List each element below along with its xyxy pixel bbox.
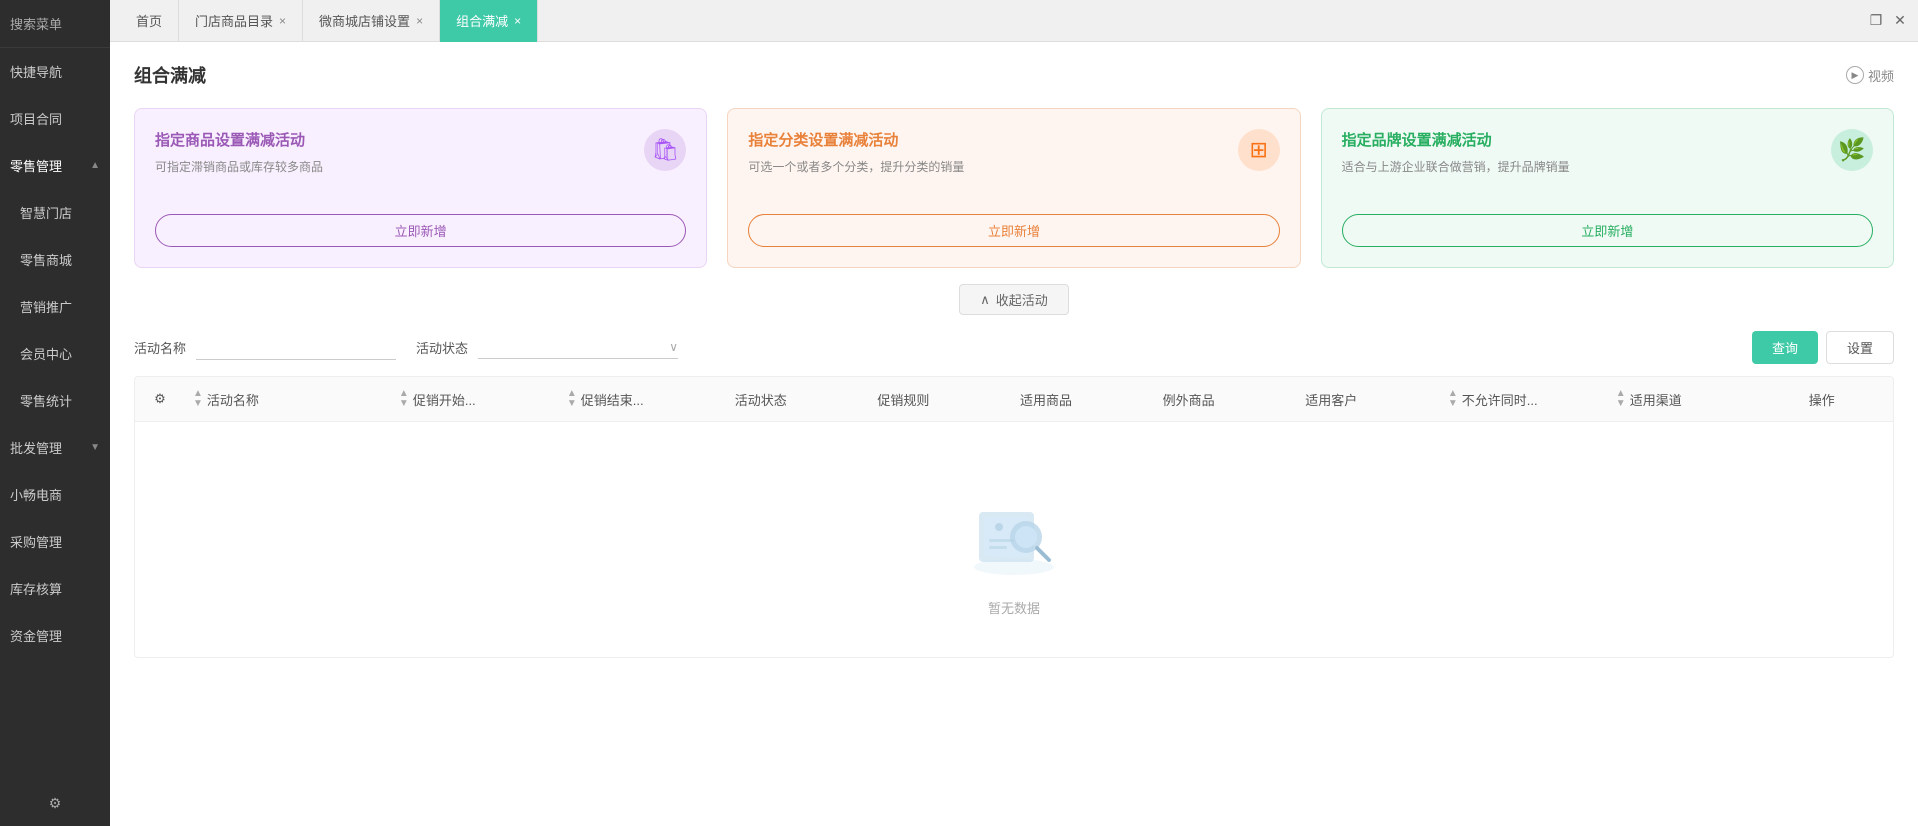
play-icon: ▶ xyxy=(1846,66,1864,84)
category-card-desc: 可选一个或者多个分类，提升分类的销量 xyxy=(748,158,1279,177)
th-activity-status: 活动状态 xyxy=(727,377,870,421)
category-activity-card: 指定分类设置满减活动 可选一个或者多个分类，提升分类的销量 ⊞ 立即新增 xyxy=(727,108,1300,268)
activity-name-label: 活动名称 xyxy=(134,338,186,357)
empty-state: 暂无数据 xyxy=(135,422,1893,657)
window-restore-button[interactable]: ❐ xyxy=(1868,13,1884,29)
activity-status-select[interactable]: ∨ xyxy=(478,336,678,359)
sidebar-item-retail-stats[interactable]: 零售统计 xyxy=(0,377,110,424)
sidebar-item-retail-mall[interactable]: 零售商城 xyxy=(0,236,110,283)
sort-icon: ▲▼ xyxy=(1616,389,1626,409)
sidebar-search[interactable]: 搜索菜单 xyxy=(0,0,110,48)
bag-icon: 🛍 xyxy=(644,129,686,171)
page-content: 组合满减 ▶ 视频 指定商品设置满减活动 可指定滞销商品或库存较多商品 🛍 立即… xyxy=(110,42,1918,826)
activity-cards: 指定商品设置满减活动 可指定滞销商品或库存较多商品 🛍 立即新增 指定分类设置满… xyxy=(134,108,1894,268)
window-close-button[interactable]: ✕ xyxy=(1892,13,1908,29)
collapse-row: ∧ 收起活动 xyxy=(134,284,1894,315)
sidebar: 搜索菜单 快捷导航 项目合同 零售管理 ▲ 智慧门店 零售商城 营销推广 会员中… xyxy=(0,0,110,826)
th-promo-start[interactable]: ▲▼ 促销开始... xyxy=(391,377,559,421)
sidebar-item-xiaochangec[interactable]: 小畅电商 xyxy=(0,471,110,518)
chevron-down-icon: ▼ xyxy=(90,442,100,453)
activity-status-field: 活动状态 ∨ xyxy=(416,336,678,359)
search-row: 活动名称 活动状态 ∨ 查询 设置 xyxy=(134,331,1894,364)
page-title: 组合满减 xyxy=(134,62,206,88)
brand-card-add-button[interactable]: 立即新增 xyxy=(1342,214,1873,247)
sort-icon: ▲▼ xyxy=(1448,389,1458,409)
activity-status-label: 活动状态 xyxy=(416,338,468,357)
sort-icon: ▲▼ xyxy=(193,389,203,409)
gear-icon: ⚙ xyxy=(49,795,62,812)
sidebar-item-smart-store[interactable]: 智慧门店 xyxy=(0,189,110,236)
product-activity-card: 指定商品设置满减活动 可指定滞销商品或库存较多商品 🛍 立即新增 xyxy=(134,108,707,268)
th-applicable-channel[interactable]: ▲▼ 适用渠道 xyxy=(1608,377,1751,421)
grid-icon: ⊞ xyxy=(1238,129,1280,171)
tab-combo-discount-label: 组合满减 xyxy=(456,11,508,30)
tab-home[interactable]: 首页 xyxy=(120,0,179,42)
tab-combo-discount-close[interactable]: × xyxy=(514,14,521,28)
activity-name-field: 活动名称 xyxy=(134,336,396,360)
category-card-title: 指定分类设置满减活动 xyxy=(748,129,1279,150)
chevron-up-icon: ∧ xyxy=(980,292,990,308)
sidebar-item-finance-mgmt[interactable]: 资金管理 xyxy=(0,612,110,659)
tab-store-catalog-close[interactable]: × xyxy=(279,14,286,28)
product-card-title: 指定商品设置满减活动 xyxy=(155,129,686,150)
dropdown-icon: ∨ xyxy=(669,340,678,354)
tab-home-label: 首页 xyxy=(136,11,162,30)
sidebar-item-purchase-mgmt[interactable]: 采购管理 xyxy=(0,518,110,565)
th-not-allow-simultaneous[interactable]: ▲▼ 不允许同时... xyxy=(1440,377,1608,421)
th-activity-name[interactable]: ▲▼ 活动名称 xyxy=(185,377,391,421)
th-promo-rule: 促销规则 xyxy=(869,377,1012,421)
setting-button[interactable]: 设置 xyxy=(1826,331,1894,364)
tab-wechat-store-settings-label: 微商城店铺设置 xyxy=(319,11,410,30)
product-card-desc: 可指定滞销商品或库存较多商品 xyxy=(155,158,686,177)
sidebar-item-quick-nav[interactable]: 快捷导航 xyxy=(0,48,110,95)
tab-wechat-store-settings-close[interactable]: × xyxy=(416,14,423,28)
sidebar-item-project-contract[interactable]: 项目合同 xyxy=(0,95,110,142)
tab-store-catalog[interactable]: 门店商品目录 × xyxy=(179,0,303,42)
tab-wechat-store-settings[interactable]: 微商城店铺设置 × xyxy=(303,0,440,42)
brand-card-icon: 🌿 xyxy=(1831,129,1873,171)
sidebar-item-retail-mgmt[interactable]: 零售管理 ▲ xyxy=(0,142,110,189)
th-applicable-goods: 适用商品 xyxy=(1012,377,1155,421)
product-card-icon: 🛍 xyxy=(644,129,686,171)
sort-icon: ▲▼ xyxy=(567,389,577,409)
activity-name-input[interactable] xyxy=(196,336,396,360)
page-header: 组合满减 ▶ 视频 xyxy=(134,62,1894,88)
th-action: 操作 xyxy=(1750,377,1893,421)
category-card-icon: ⊞ xyxy=(1238,129,1280,171)
search-actions: 查询 设置 xyxy=(1752,331,1894,364)
brand-activity-card: 指定品牌设置满减活动 适合与上游企业联合做营销，提升品牌销量 🌿 立即新增 xyxy=(1321,108,1894,268)
empty-illustration xyxy=(954,482,1074,582)
gear-icon: ⚙ xyxy=(154,391,166,407)
th-applicable-customer: 适用客户 xyxy=(1297,377,1440,421)
sidebar-item-marketing[interactable]: 营销推广 xyxy=(0,283,110,330)
tab-store-catalog-label: 门店商品目录 xyxy=(195,11,273,30)
table-header: ⚙ ▲▼ 活动名称 ▲▼ 促销开始... ▲▼ 促销结束... 活动状态 xyxy=(135,377,1893,422)
brand-card-desc: 适合与上游企业联合做营销，提升品牌销量 xyxy=(1342,158,1873,177)
video-link[interactable]: ▶ 视频 xyxy=(1846,66,1894,85)
sidebar-item-member-center[interactable]: 会员中心 xyxy=(0,330,110,377)
sort-icon: ▲▼ xyxy=(399,389,409,409)
th-promo-end[interactable]: ▲▼ 促销结束... xyxy=(559,377,727,421)
collapse-activity-button[interactable]: ∧ 收起活动 xyxy=(959,284,1069,315)
window-controls: ❐ ✕ xyxy=(1868,13,1908,29)
sidebar-settings-button[interactable]: ⚙ xyxy=(0,781,110,826)
query-button[interactable]: 查询 xyxy=(1752,331,1818,364)
tabbar: 首页 门店商品目录 × 微商城店铺设置 × 组合满减 × ❐ ✕ xyxy=(110,0,1918,42)
main-area: 首页 门店商品目录 × 微商城店铺设置 × 组合满减 × ❐ ✕ 组合满减 ▶ … xyxy=(110,0,1918,826)
leaf-icon: 🌿 xyxy=(1831,129,1873,171)
sidebar-item-wholesale-mgmt[interactable]: 批发管理 ▼ xyxy=(0,424,110,471)
category-card-add-button[interactable]: 立即新增 xyxy=(748,214,1279,247)
tab-combo-discount[interactable]: 组合满减 × xyxy=(440,0,538,42)
sidebar-item-inventory[interactable]: 库存核算 xyxy=(0,565,110,612)
brand-card-title: 指定品牌设置满减活动 xyxy=(1342,129,1873,150)
th-except-goods: 例外商品 xyxy=(1155,377,1298,421)
th-gear[interactable]: ⚙ xyxy=(135,377,185,421)
data-table: ⚙ ▲▼ 活动名称 ▲▼ 促销开始... ▲▼ 促销结束... 活动状态 xyxy=(134,376,1894,658)
chevron-up-icon: ▲ xyxy=(90,160,100,171)
product-card-add-button[interactable]: 立即新增 xyxy=(155,214,686,247)
empty-text: 暂无数据 xyxy=(988,598,1040,617)
